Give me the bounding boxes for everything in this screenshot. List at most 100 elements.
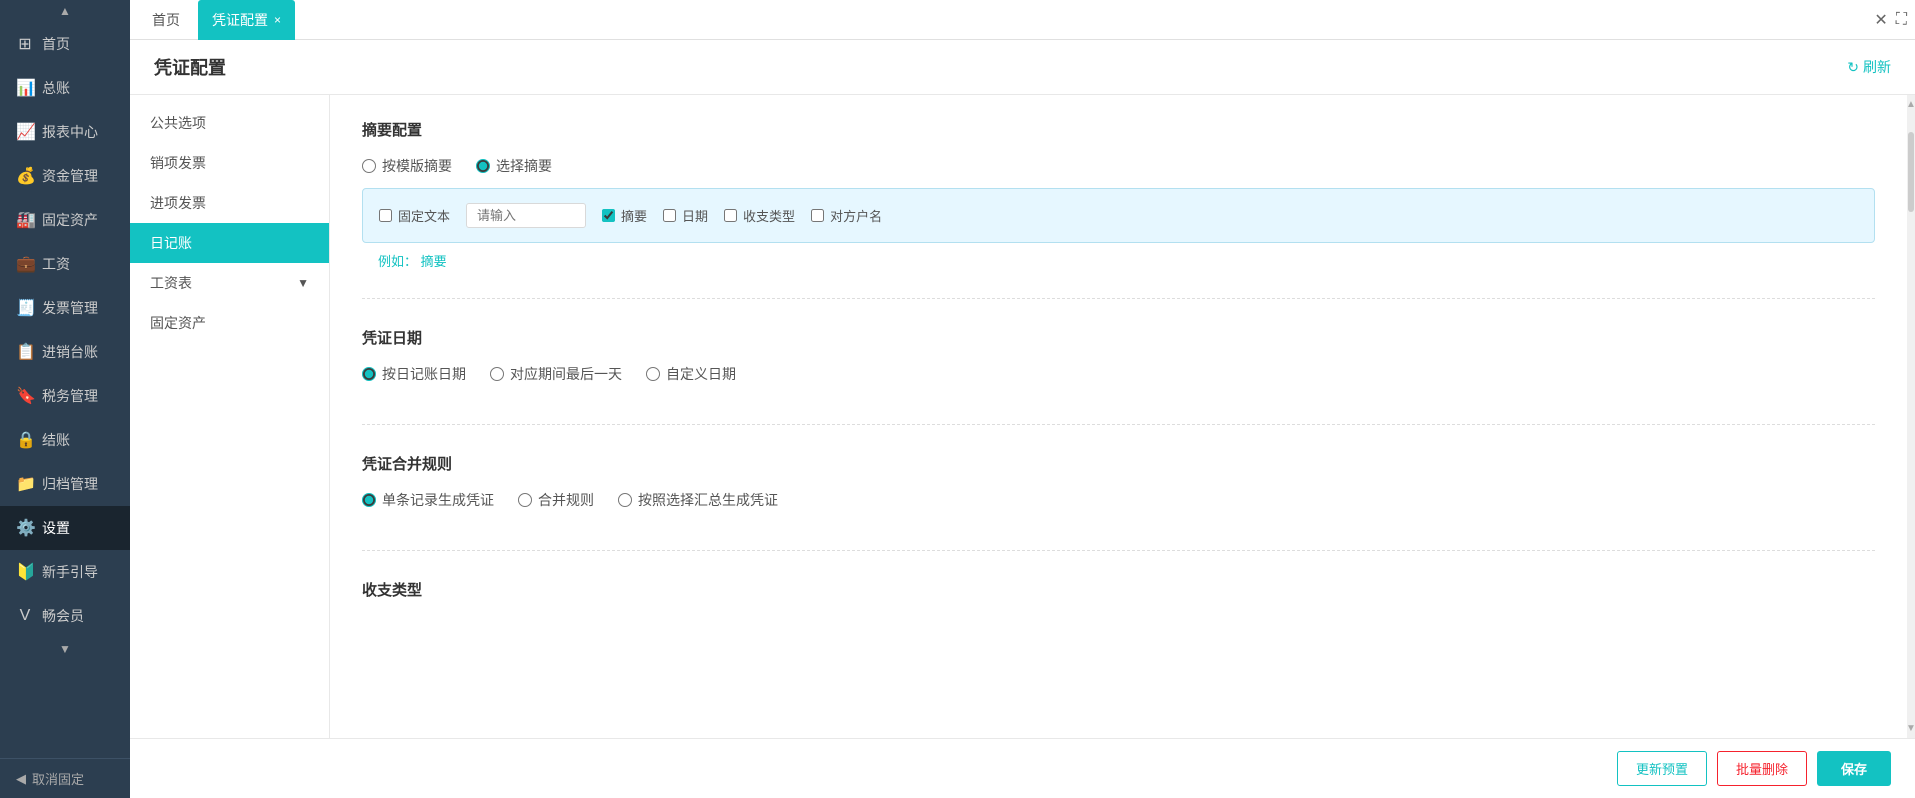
main-area: 首页 凭证配置 × ✕ ⛶ 凭证配置 ↻ 刷新 公共选项 [130,0,1915,798]
journal-date-radio-label[interactable]: 按日记账日期 [362,364,466,384]
sidebar-scroll-down[interactable]: ▼ [0,638,130,660]
sidebar-item-purchase-sale[interactable]: 📋 进销台账 [0,330,130,374]
merge-rule-section: 凭证合并规则 单条记录生成凭证 合并规则 按照选择汇总生成凭证 [362,453,1875,551]
fixed-text-checkbox[interactable] [379,209,392,222]
window-close-button[interactable]: ✕ [1874,10,1887,30]
scrollbar-track[interactable]: ▲ ▼ [1907,95,1915,738]
template-summary-radio[interactable] [362,159,376,173]
merge-rule-radio-label[interactable]: 合并规则 [518,490,594,510]
date-checkbox-label[interactable]: 日期 [663,206,708,225]
closing-icon: 🔒 [16,430,34,450]
last-day-radio-label[interactable]: 对应期间最后一天 [490,364,622,384]
date-checkbox[interactable] [663,209,676,222]
refresh-icon: ↻ [1847,59,1859,76]
abstract-checkbox-label[interactable]: 摘要 [602,206,647,225]
sidebar-item-fund[interactable]: 💰 资金管理 [0,154,130,198]
content-area: 凭证配置 ↻ 刷新 公共选项 销项发票 进项发票 日记账 [130,40,1915,798]
left-nav-sales-invoice[interactable]: 销项发票 [130,143,329,183]
tab-voucher-config[interactable]: 凭证配置 × [198,0,295,40]
summary-section: 摘要配置 按模版摘要 选择摘要 [362,119,1875,299]
sidebar-item-assets[interactable]: 🏭 固定资产 [0,198,130,242]
example-text: 例如： 摘要 [362,251,1875,270]
report-icon: 📈 [16,122,34,142]
ledger-icon: 📊 [16,78,34,98]
sidebar-item-home[interactable]: ⊞ 首页 [0,22,130,66]
sidebar-item-settings[interactable]: ⚙️ 设置 [0,506,130,550]
window-maximize-button[interactable]: ⛶ [1896,11,1907,29]
cancel-fixed-button[interactable]: ◀ 取消固定 [0,758,130,798]
template-summary-radio-label[interactable]: 按模版摘要 [362,156,452,176]
archive-icon: 📁 [16,474,34,494]
journal-date-radio[interactable] [362,367,376,381]
tab-close-icon[interactable]: × [274,14,281,26]
page-title: 凭证配置 [154,54,226,80]
summary-section-title: 摘要配置 [362,119,1875,140]
sidebar-item-tax[interactable]: 🔖 税务管理 [0,374,130,418]
chevron-down-icon: ▼ [297,276,309,290]
assets-icon: 🏭 [16,210,34,230]
sidebar-item-member[interactable]: V 畅会员 [0,594,130,638]
sidebar-item-salary[interactable]: 💼 工资 [0,242,130,286]
left-nav-purchase-invoice[interactable]: 进项发票 [130,183,329,223]
sidebar-item-closing[interactable]: 🔒 结账 [0,418,130,462]
voucher-date-section-title: 凭证日期 [362,327,1875,348]
counterpart-checkbox-label[interactable]: 对方户名 [811,206,882,225]
update-preview-button[interactable]: 更新预置 [1617,751,1707,786]
left-nav-fixed-assets[interactable]: 固定资产 [130,303,329,343]
select-merge-radio-label[interactable]: 按照选择汇总生成凭证 [618,490,778,510]
fixed-text-input[interactable] [466,203,586,228]
right-content: 摘要配置 按模版摘要 选择摘要 [330,95,1907,738]
income-type-section-title: 收支类型 [362,579,1875,600]
abstract-checkbox[interactable] [602,209,615,222]
summary-checkbox-row: 固定文本 摘要 日期 收支类型 [362,188,1875,243]
counterpart-checkbox[interactable] [811,209,824,222]
select-summary-radio[interactable] [476,159,490,173]
purchase-sale-icon: 📋 [16,342,34,362]
fixed-text-checkbox-label[interactable]: 固定文本 [379,206,450,225]
single-record-radio[interactable] [362,493,376,507]
pin-icon: ◀ [16,771,26,787]
merge-rule-radio-group: 单条记录生成凭证 合并规则 按照选择汇总生成凭证 [362,490,1875,510]
left-nav-payroll[interactable]: 工资表 ▼ [130,263,329,303]
sidebar-item-guide[interactable]: 🔰 新手引导 [0,550,130,594]
select-merge-radio[interactable] [618,493,632,507]
tab-home[interactable]: 首页 [138,0,194,40]
merge-rule-section-title: 凭证合并规则 [362,453,1875,474]
left-nav-journal[interactable]: 日记账 [130,223,329,263]
merge-rule-option-radio[interactable] [518,493,532,507]
tab-bar-actions: ✕ ⛶ [1874,10,1907,30]
income-type-checkbox-label[interactable]: 收支类型 [724,206,795,225]
save-button[interactable]: 保存 [1817,751,1891,786]
sidebar-item-ledger[interactable]: 📊 总账 [0,66,130,110]
single-record-radio-label[interactable]: 单条记录生成凭证 [362,490,494,510]
sidebar-item-archive[interactable]: 📁 归档管理 [0,462,130,506]
sidebar-item-report[interactable]: 📈 报表中心 [0,110,130,154]
tab-bar: 首页 凭证配置 × ✕ ⛶ [130,0,1915,40]
fund-icon: 💰 [16,166,34,186]
custom-date-radio[interactable] [646,367,660,381]
left-nav-public[interactable]: 公共选项 [130,103,329,143]
guide-icon: 🔰 [16,562,34,582]
page-header: 凭证配置 ↻ 刷新 [130,40,1915,95]
custom-date-radio-label[interactable]: 自定义日期 [646,364,736,384]
sidebar-item-invoice-mgr[interactable]: 🧾 发票管理 [0,286,130,330]
salary-icon: 💼 [16,254,34,274]
income-type-checkbox[interactable] [724,209,737,222]
batch-delete-button[interactable]: 批量删除 [1717,751,1807,786]
settings-icon: ⚙️ [16,518,34,538]
scroll-thumb[interactable] [1908,132,1914,212]
voucher-date-section: 凭证日期 按日记账日期 对应期间最后一天 自定义日期 [362,327,1875,425]
refresh-button[interactable]: ↻ 刷新 [1847,57,1891,77]
income-type-section: 收支类型 [362,579,1875,644]
body-wrap: 公共选项 销项发票 进项发票 日记账 工资表 ▼ 固定资产 [130,95,1915,738]
last-day-radio[interactable] [490,367,504,381]
bottom-bar: 更新预置 批量删除 保存 [130,738,1915,798]
sidebar: ▲ ⊞ 首页 📊 总账 📈 报表中心 💰 资金管理 🏭 固定资产 💼 工资 🧾 … [0,0,130,798]
home-icon: ⊞ [16,34,34,54]
left-nav: 公共选项 销项发票 进项发票 日记账 工资表 ▼ 固定资产 [130,95,330,738]
tax-icon: 🔖 [16,386,34,406]
select-summary-radio-label[interactable]: 选择摘要 [476,156,552,176]
sidebar-scroll-up[interactable]: ▲ [0,0,130,22]
voucher-date-radio-group: 按日记账日期 对应期间最后一天 自定义日期 [362,364,1875,384]
summary-radio-group: 按模版摘要 选择摘要 [362,156,1875,176]
